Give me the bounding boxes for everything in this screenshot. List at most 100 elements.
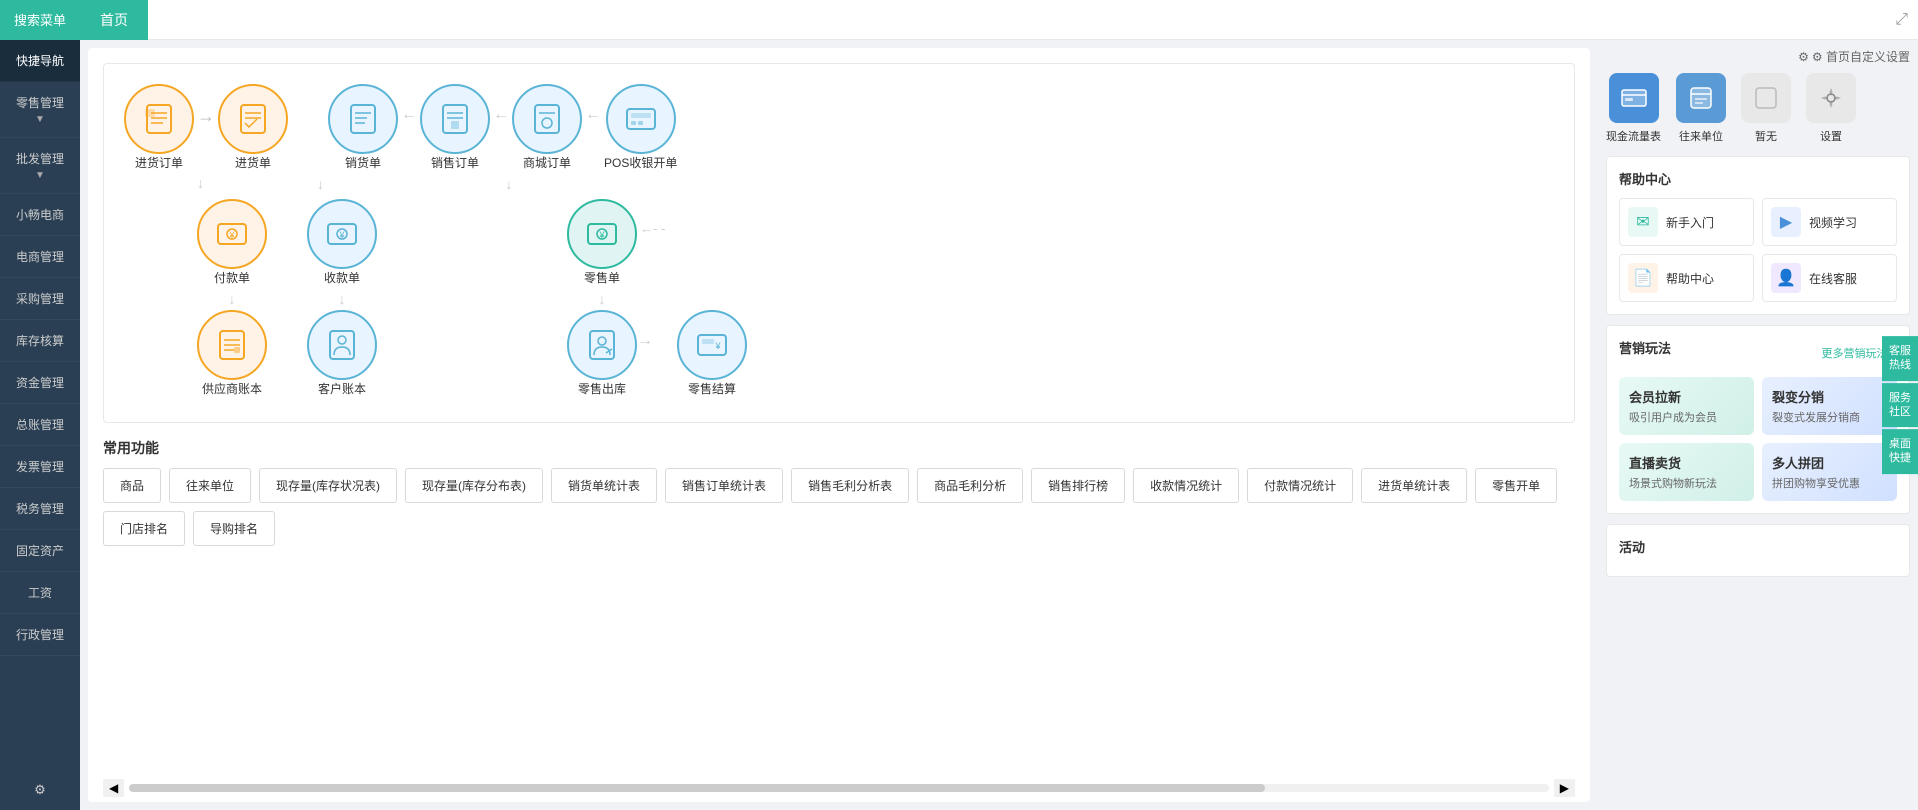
sidebar-item-label: 固定资产 xyxy=(16,542,64,559)
arrow-lingshou-jiesuan: → xyxy=(637,310,677,350)
sidebar-item-kuaijie[interactable]: 快捷导航 xyxy=(0,40,80,82)
nav-icon-xianjinliu[interactable]: 现金流量表 xyxy=(1606,73,1661,144)
func-btn-daogou-paiming[interactable]: 导购排名 xyxy=(193,511,275,546)
nav-icon-settings[interactable]: 设置 xyxy=(1806,73,1856,144)
node-fukuan: ¥ 付款单 xyxy=(197,199,267,286)
home-tab[interactable]: 首页 xyxy=(80,0,148,40)
sidebar-item-pifa[interactable]: 批发管理 ▼ xyxy=(0,138,80,194)
horizontal-scrollbar: ◀ ▶ xyxy=(88,774,1590,802)
main-scroll: 进货订单 → 进货单 xyxy=(88,48,1590,774)
sidebar-item-zhangzong[interactable]: 总账管理 xyxy=(0,404,80,446)
svg-text:¥: ¥ xyxy=(714,341,721,351)
sidebar-item-label: 工资 xyxy=(28,584,52,601)
node-xiao-huo-dan: 销货单 xyxy=(328,84,398,171)
help-item-bangzhu[interactable]: 📄 帮助中心 xyxy=(1619,254,1754,302)
down-arrow-shangshen: ↓ xyxy=(506,176,513,192)
search-menu-button[interactable]: 搜索菜单 xyxy=(0,0,80,40)
down-arrow-lingshougdan: ↓ xyxy=(567,291,637,307)
xinshou-icon: ✉ xyxy=(1628,207,1658,237)
nav-icon-zanwu[interactable]: 暂无 xyxy=(1741,73,1791,144)
float-btn-shequ[interactable]: 服务社区 xyxy=(1882,383,1918,428)
nav-icon-wanglaidan[interactable]: 往来单位 xyxy=(1676,73,1726,144)
func-btn-xiaoshou-paihang[interactable]: 销售排行榜 xyxy=(1031,468,1125,503)
func-btn-shoukuan-tongji[interactable]: 收款情况统计 xyxy=(1133,468,1239,503)
zanwu-icon xyxy=(1741,73,1791,123)
sidebar-item-label: 库存核算 xyxy=(16,332,64,349)
svg-text:¥: ¥ xyxy=(338,230,345,240)
marketing-item-pintuan[interactable]: 多人拼团 拼团购物享受优惠 xyxy=(1762,443,1897,501)
sidebar-item-zijin[interactable]: 资金管理 xyxy=(0,362,80,404)
help-grid: ✉ 新手入门 ▶ 视频学习 📄 帮助中心 👤 在线客服 xyxy=(1619,198,1897,302)
svg-text:¥: ¥ xyxy=(598,230,605,240)
sidebar-settings-icon[interactable]: ⚙ xyxy=(0,770,80,810)
wanglaidan-icon xyxy=(1676,73,1726,123)
dashed-arrow-3: ← xyxy=(585,84,601,124)
func-btn-jinhuo-tongji[interactable]: 进货单统计表 xyxy=(1361,468,1467,503)
help-item-shipin[interactable]: ▶ 视频学习 xyxy=(1762,198,1897,246)
sidebar-item-xingzheng[interactable]: 行政管理 xyxy=(0,614,80,656)
down-arrow-shoukuan: ↓ xyxy=(307,291,377,307)
sidebar-item-caigou[interactable]: 采购管理 xyxy=(0,278,80,320)
help-item-xinshouru[interactable]: ✉ 新手入门 xyxy=(1619,198,1754,246)
scroll-right-btn[interactable]: ▶ xyxy=(1554,779,1575,797)
float-btn-zhuomian[interactable]: 桌面快捷 xyxy=(1882,429,1918,474)
func-btn-xiaoshou-maoli[interactable]: 销售毛利分析表 xyxy=(791,468,909,503)
func-btn-fukuan-tongji[interactable]: 付款情况统计 xyxy=(1247,468,1353,503)
sidebar-item-shuiwu[interactable]: 税务管理 xyxy=(0,488,80,530)
expand-icon[interactable]: ⤢ xyxy=(1895,11,1908,29)
sidebar-item-label: 采购管理 xyxy=(16,290,64,307)
svg-text:¥: ¥ xyxy=(228,230,235,240)
customize-button[interactable]: ⚙ ⚙ 首页自定义设置 xyxy=(1798,48,1910,65)
common-functions: 常用功能 商品 往来单位 现存量(库存状况表) 现存量(库存分布表) 销货单统计… xyxy=(103,438,1575,546)
sidebar-item-label: 资金管理 xyxy=(16,374,64,391)
func-btn-kucun1[interactable]: 现存量(库存状况表) xyxy=(259,468,397,503)
arrow-right-1: → xyxy=(197,84,215,127)
func-btn-xiaohuo-tongji[interactable]: 销货单统计表 xyxy=(551,468,657,503)
node-lingshougdan: ¥ 零售单 xyxy=(567,199,637,286)
spacer-1 xyxy=(288,84,328,106)
node-kehu-zhangben: 客户账本 xyxy=(307,310,377,397)
node-pos: POS收银开单 xyxy=(604,84,677,171)
node-lingshou-chuku: 零售出库 xyxy=(567,310,637,397)
sidebar-item-label: 税务管理 xyxy=(16,500,64,517)
dashed-arrow-1: ← xyxy=(401,84,417,124)
sidebar-item-fapiao[interactable]: 发票管理 xyxy=(0,446,80,488)
sidebar-item-xiaochang[interactable]: 小畅电商 xyxy=(0,194,80,236)
node-xiaoshou-dingdan: 销售订单 xyxy=(420,84,490,171)
func-btn-xiaoshou-tongji[interactable]: 销售订单统计表 xyxy=(665,468,783,503)
quick-nav-header: ⚙ ⚙ 首页自定义设置 xyxy=(1606,48,1910,65)
sidebar-item-label: 行政管理 xyxy=(16,626,64,643)
sidebar-item-label: 批发管理 xyxy=(16,150,64,167)
marketing-item-zhibo[interactable]: 直播卖货 场景式购物新玩法 xyxy=(1619,443,1754,501)
help-center-title: 帮助中心 xyxy=(1619,169,1897,188)
func-btn-shangpin-maoli[interactable]: 商品毛利分析 xyxy=(917,468,1023,503)
sidebar-item-kucun[interactable]: 库存核算 xyxy=(0,320,80,362)
func-btn-kucun2[interactable]: 现存量(库存分布表) xyxy=(405,468,543,503)
sidebar: 快捷导航 零售管理 ▼ 批发管理 ▼ 小畅电商 电商管理 采购管理 库存核算 资… xyxy=(0,40,80,810)
main-panel: 进货订单 → 进货单 xyxy=(88,48,1590,802)
dashed-from-pos: ←- - xyxy=(640,199,665,236)
scroll-track[interactable] xyxy=(129,784,1549,792)
sidebar-item-label: 总账管理 xyxy=(16,416,64,433)
common-functions-title: 常用功能 xyxy=(103,438,1575,458)
func-btn-lingshou-kaidan[interactable]: 零售开单 xyxy=(1475,468,1557,503)
float-buttons: 客服热线 服务社区 桌面快捷 xyxy=(1882,336,1918,474)
marketing-item-liebian[interactable]: 裂变分销 裂变式发展分销商 xyxy=(1762,377,1897,435)
sidebar-item-gudingzichan[interactable]: 固定资产 xyxy=(0,530,80,572)
func-btn-shangpin[interactable]: 商品 xyxy=(103,468,161,503)
float-btn-kefu[interactable]: 客服热线 xyxy=(1882,336,1918,381)
scroll-left-btn[interactable]: ◀ xyxy=(103,779,124,797)
down-arrow-xiaohuo: ↓ xyxy=(317,176,324,194)
top-right: ⤢ xyxy=(1895,11,1918,29)
help-item-kefu[interactable]: 👤 在线客服 xyxy=(1762,254,1897,302)
sidebar-item-label: 零售管理 xyxy=(16,94,64,111)
node-shoukuan: ¥ 收款单 xyxy=(307,199,377,286)
sidebar-item-dianshang[interactable]: 电商管理 xyxy=(0,236,80,278)
sidebar-item-gongzi[interactable]: 工资 xyxy=(0,572,80,614)
flow-diagram: 进货订单 → 进货单 xyxy=(103,63,1575,423)
sidebar-item-lingshou[interactable]: 零售管理 ▼ xyxy=(0,82,80,138)
content-area: 进货订单 → 进货单 xyxy=(80,40,1918,810)
func-btn-mendian-paiming[interactable]: 门店排名 xyxy=(103,511,185,546)
func-btn-wanglaidan[interactable]: 往来单位 xyxy=(169,468,251,503)
marketing-item-huiyuan[interactable]: 会员拉新 吸引用户成为会员 xyxy=(1619,377,1754,435)
